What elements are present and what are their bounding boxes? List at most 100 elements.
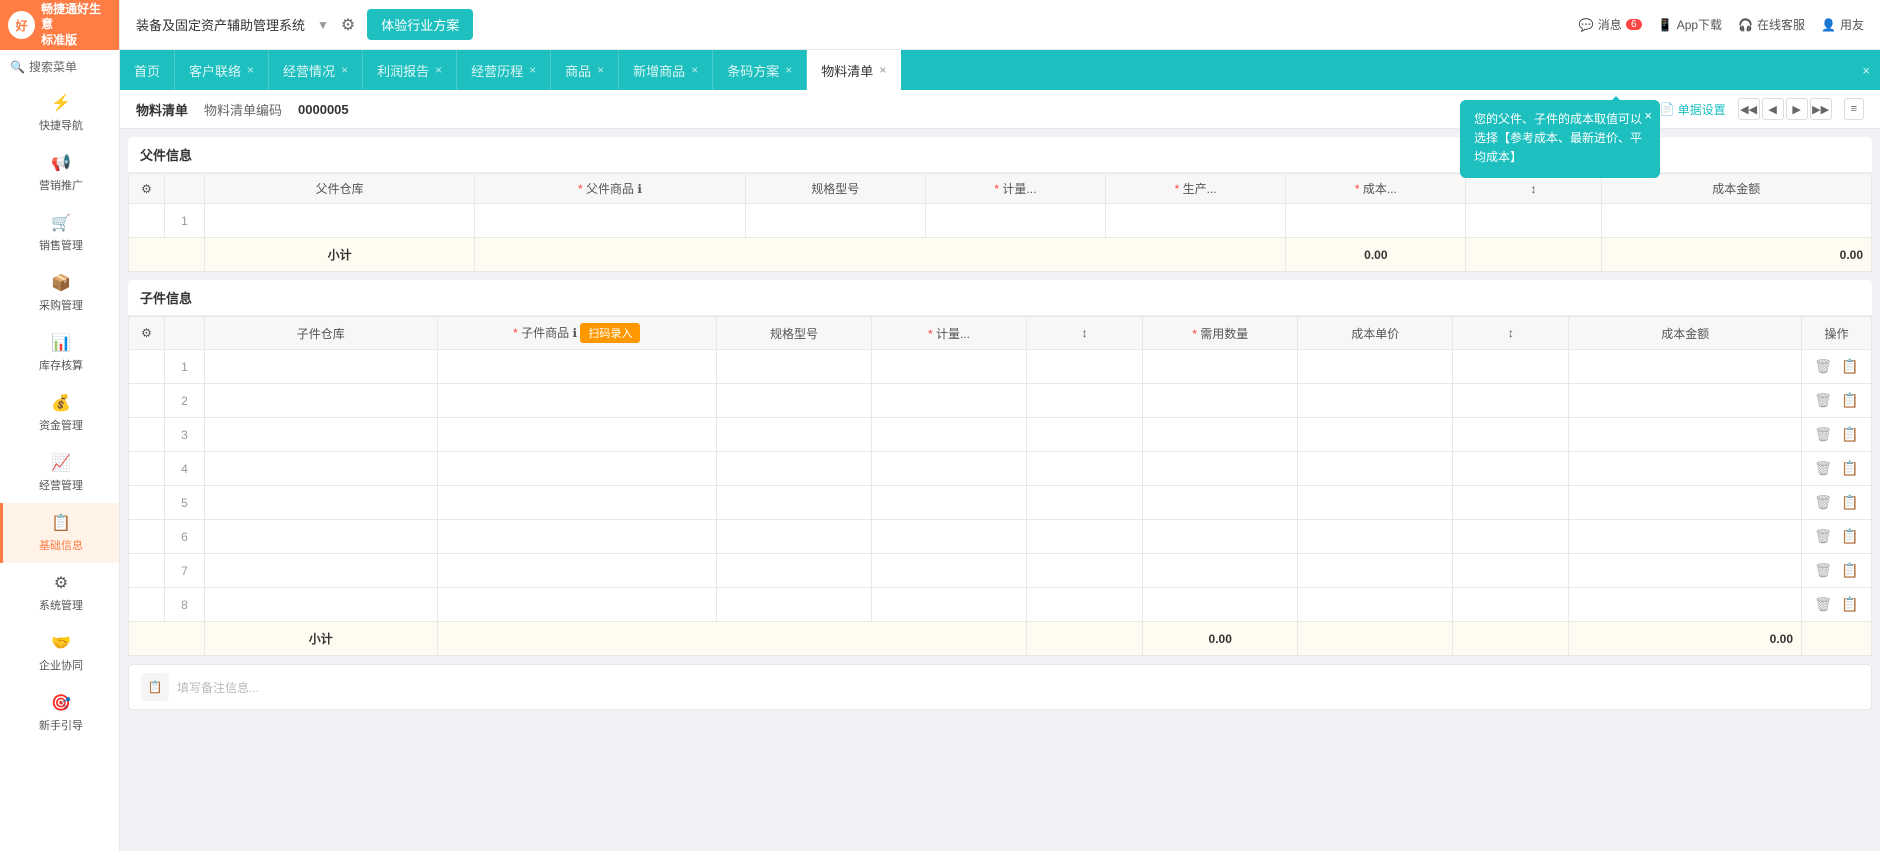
child-cell-unitcost-7[interactable] xyxy=(1298,554,1453,588)
child-cell-qty-2[interactable] xyxy=(1143,384,1298,418)
copy-icon-8[interactable]: 📋 xyxy=(1838,596,1861,612)
delete-icon-5[interactable]: 🗑 xyxy=(1811,494,1835,510)
delete-icon-3[interactable]: 🗑 xyxy=(1811,426,1835,442)
settings-icon[interactable]: ⚙ xyxy=(341,15,355,35)
copy-icon-6[interactable]: 📋 xyxy=(1838,528,1861,544)
child-cell-qty-8[interactable] xyxy=(1143,588,1298,622)
tab-bom[interactable]: 物料清单 × xyxy=(807,50,901,90)
tab-close-barcode[interactable]: × xyxy=(785,64,792,76)
child-cell-unitcost-8[interactable] xyxy=(1298,588,1453,622)
child-cell-unitcost-2[interactable] xyxy=(1298,384,1453,418)
child-cell-warehouse-5[interactable] xyxy=(205,486,438,520)
tab-close-product[interactable]: × xyxy=(597,64,604,76)
child-cell-warehouse-4[interactable] xyxy=(205,452,438,486)
nav-first[interactable]: ◀◀ xyxy=(1738,98,1760,120)
child-cell-spec-5[interactable] xyxy=(716,486,871,520)
doc-settings-action[interactable]: 📄 单据设置 xyxy=(1660,101,1726,118)
child-cell-unit-7[interactable] xyxy=(871,554,1026,588)
tab-product[interactable]: 商品 × xyxy=(551,50,619,90)
delete-icon-8[interactable]: 🗑 xyxy=(1811,596,1835,612)
child-cell-unit-4[interactable] xyxy=(871,452,1026,486)
child-cell-spec-7[interactable] xyxy=(716,554,871,588)
trial-button[interactable]: 体验行业方案 xyxy=(367,9,473,40)
user-profile[interactable]: 👤 用友 xyxy=(1821,16,1864,33)
child-cell-spec-3[interactable] xyxy=(716,418,871,452)
child-cell-spec-4[interactable] xyxy=(716,452,871,486)
child-cell-qty-6[interactable] xyxy=(1143,520,1298,554)
child-cell-qty-3[interactable] xyxy=(1143,418,1298,452)
tab-close-history[interactable]: × xyxy=(529,64,536,76)
sidebar-item-quicknav[interactable]: ⚡ 快捷导航 xyxy=(0,83,119,143)
child-cell-qty-7[interactable] xyxy=(1143,554,1298,588)
child-cell-warehouse-8[interactable] xyxy=(205,588,438,622)
delete-icon-2[interactable]: 🗑 xyxy=(1811,392,1835,408)
child-cell-unit-8[interactable] xyxy=(871,588,1026,622)
parent-cell-product-1[interactable] xyxy=(475,204,745,238)
parent-cell-cost-1[interactable] xyxy=(1286,204,1466,238)
copy-icon-5[interactable]: 📋 xyxy=(1838,494,1861,510)
parent-cell-spec-1[interactable] xyxy=(745,204,925,238)
child-cell-product-5[interactable] xyxy=(437,486,716,520)
child-cell-unit-3[interactable] xyxy=(871,418,1026,452)
child-cell-qty-1[interactable] xyxy=(1143,350,1298,384)
tab-profit[interactable]: 利润报告 × xyxy=(363,50,457,90)
sidebar-item-inventory[interactable]: 📊 库存核算 xyxy=(0,323,119,383)
child-cell-warehouse-7[interactable] xyxy=(205,554,438,588)
sidebar-item-sales[interactable]: 🛒 销售管理 xyxy=(0,203,119,263)
tooltip-close-icon[interactable]: × xyxy=(1644,106,1652,127)
copy-icon-7[interactable]: 📋 xyxy=(1838,562,1861,578)
parent-th-settings[interactable]: ⚙ xyxy=(129,174,165,204)
sidebar-item-system[interactable]: ⚙ 系统管理 xyxy=(0,563,119,623)
scan-button[interactable]: 扫码录入 xyxy=(580,323,640,343)
copy-icon-1[interactable]: 📋 xyxy=(1838,358,1861,374)
sidebar-item-basic-info[interactable]: 📋 基础信息 xyxy=(0,503,119,563)
child-cell-qty-4[interactable] xyxy=(1143,452,1298,486)
child-cell-product-7[interactable] xyxy=(437,554,716,588)
child-cell-spec-2[interactable] xyxy=(716,384,871,418)
child-cell-unitcost-3[interactable] xyxy=(1298,418,1453,452)
sidebar-item-purchase[interactable]: 📦 采购管理 xyxy=(0,263,119,323)
note-placeholder[interactable]: 填写备注信息... xyxy=(177,679,259,696)
child-cell-warehouse-6[interactable] xyxy=(205,520,438,554)
online-service-button[interactable]: 🎧 在线客服 xyxy=(1738,16,1805,33)
child-cell-product-1[interactable] xyxy=(437,350,716,384)
child-cell-spec-1[interactable] xyxy=(716,350,871,384)
tab-customer[interactable]: 客户联络 × xyxy=(175,50,269,90)
sidebar-item-search[interactable]: 🔍 搜索菜单 xyxy=(0,50,119,83)
child-cell-spec-6[interactable] xyxy=(716,520,871,554)
child-cell-warehouse-1[interactable] xyxy=(205,350,438,384)
delete-icon-1[interactable]: 🗑 xyxy=(1811,358,1835,374)
child-cell-qty-5[interactable] xyxy=(1143,486,1298,520)
parent-cell-unit-1[interactable] xyxy=(925,204,1105,238)
message-button[interactable]: 💬 消息 6 xyxy=(1579,16,1642,33)
tab-new-product[interactable]: 新增商品 × xyxy=(619,50,713,90)
parent-cell-production-1[interactable] xyxy=(1106,204,1286,238)
child-cell-product-8[interactable] xyxy=(437,588,716,622)
delete-icon-6[interactable]: 🗑 xyxy=(1811,528,1835,544)
delete-icon-4[interactable]: 🗑 xyxy=(1811,460,1835,476)
child-cell-product-4[interactable] xyxy=(437,452,716,486)
child-cell-unit-6[interactable] xyxy=(871,520,1026,554)
tab-close-profit[interactable]: × xyxy=(435,64,442,76)
app-download-button[interactable]: 📱 App下载 xyxy=(1658,16,1722,33)
nav-prev[interactable]: ◀ xyxy=(1762,98,1784,120)
tab-operations[interactable]: 经营情况 × xyxy=(269,50,363,90)
child-cell-unitcost-1[interactable] xyxy=(1298,350,1453,384)
tab-close-bom[interactable]: × xyxy=(879,64,886,76)
child-cell-unit-2[interactable] xyxy=(871,384,1026,418)
sidebar-item-finance[interactable]: 💰 资金管理 xyxy=(0,383,119,443)
child-cell-unitcost-5[interactable] xyxy=(1298,486,1453,520)
child-cell-warehouse-3[interactable] xyxy=(205,418,438,452)
tab-close-all[interactable]: × xyxy=(1852,50,1880,90)
sidebar-item-marketing[interactable]: 📢 营销推广 xyxy=(0,143,119,203)
dropdown-arrow[interactable]: ▼ xyxy=(317,18,329,32)
nav-next[interactable]: ▶ xyxy=(1786,98,1808,120)
sidebar-item-operations[interactable]: 📈 经营管理 xyxy=(0,443,119,503)
layout-toggle[interactable]: ≡ xyxy=(1844,98,1864,120)
child-cell-product-2[interactable] xyxy=(437,384,716,418)
tab-close-operations[interactable]: × xyxy=(341,64,348,76)
child-cell-unit-5[interactable] xyxy=(871,486,1026,520)
nav-last[interactable]: ▶▶ xyxy=(1810,98,1832,120)
copy-icon-4[interactable]: 📋 xyxy=(1838,460,1861,476)
tab-history[interactable]: 经营历程 × xyxy=(457,50,551,90)
